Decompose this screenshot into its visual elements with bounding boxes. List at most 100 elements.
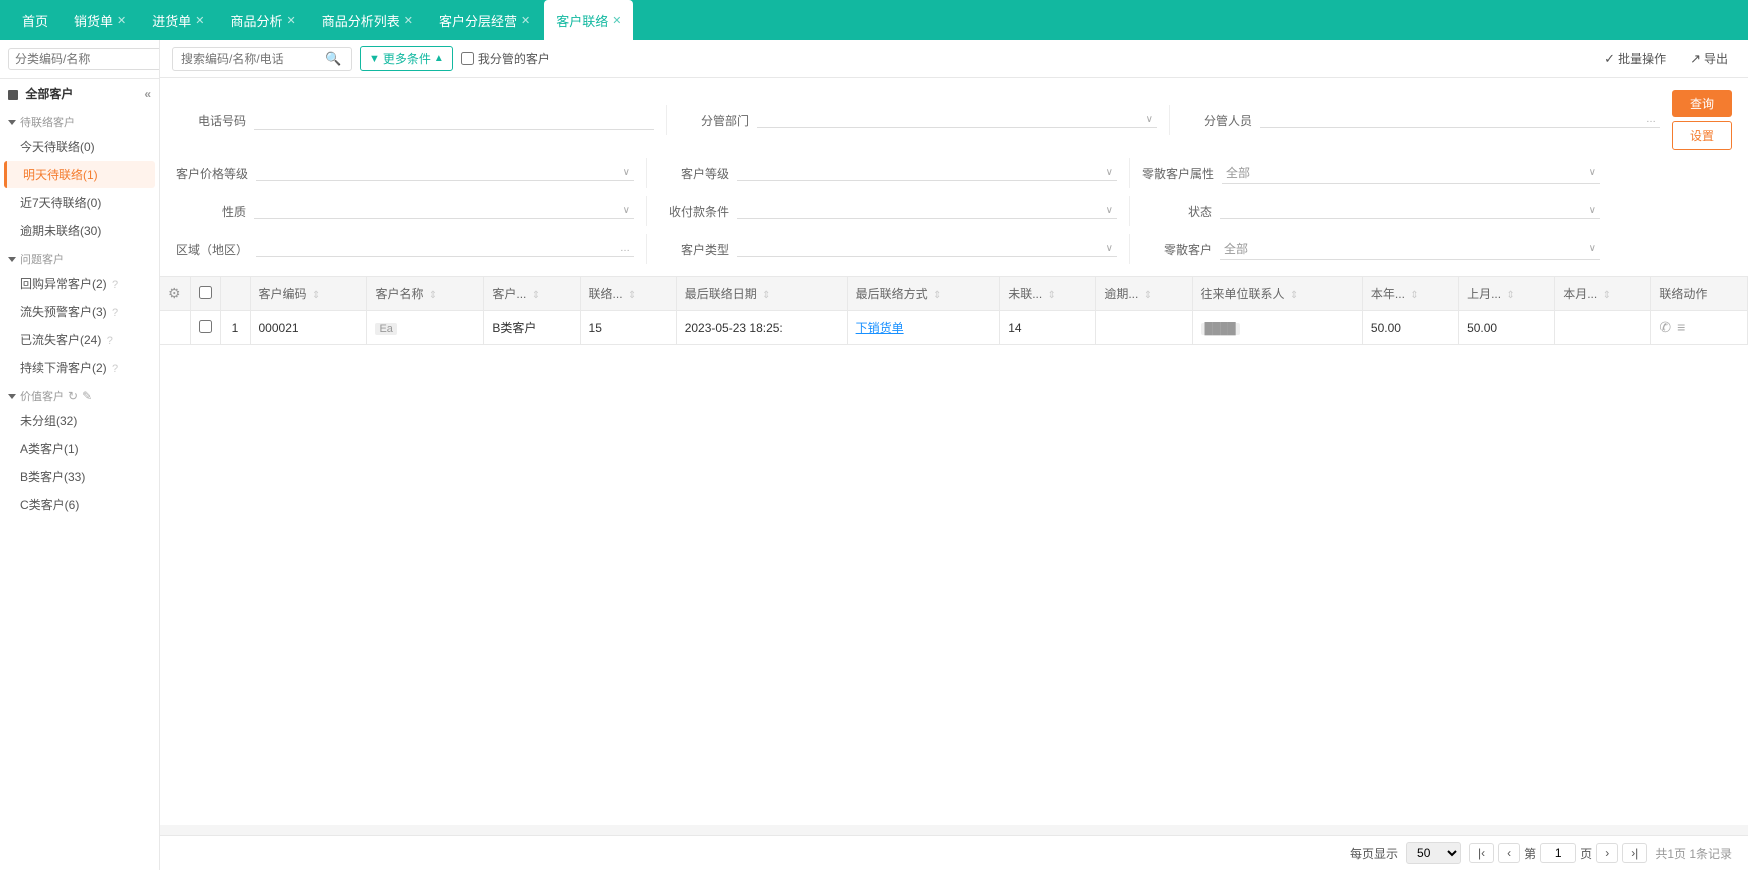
row-checkbox[interactable] [199,320,212,333]
set-btn[interactable]: 设置 [1672,121,1732,150]
nav-home[interactable]: 首页 [10,0,60,40]
top-nav: 首页 销货单 ✕ 进货单 ✕ 商品分析 ✕ 商品分析列表 ✕ 客户分层经营 ✕ … [0,0,1748,40]
filter-person-arrow: … [1646,114,1656,125]
export-btn[interactable]: ↗ 导出 [1682,47,1736,70]
sidebar-item-ungroup[interactable]: 未分组(32) [4,407,155,434]
my-customers-checkbox[interactable] [461,52,474,65]
search-icon[interactable]: 🔍 [325,51,341,67]
filter-payment-label: 收付款条件 [659,203,729,220]
filter-region-select[interactable]: … [256,241,634,257]
filter-more-btn[interactable]: ▼ 更多条件 ▲ [360,46,453,71]
sort-icon-tmonth[interactable]: ⇕ [1603,290,1611,301]
sort-icon-method[interactable]: ⇕ [933,290,941,301]
nav-customer-contact[interactable]: 客户联络 ✕ [544,0,633,40]
nav-close-purchase[interactable]: ✕ [195,14,204,27]
hint-icon-declining: ? [112,363,118,375]
col-overdue: 逾期... ⇕ [1096,277,1192,311]
nav-analysis-list[interactable]: 商品分析列表 ✕ [310,0,425,40]
nav-purchase[interactable]: 进货单 ✕ [140,0,216,40]
nav-customer-layer[interactable]: 客户分层经营 ✕ [427,0,542,40]
sort-icon-year[interactable]: ⇕ [1410,290,1418,301]
nav-close-analysis-list[interactable]: ✕ [404,14,413,27]
toolbar: 🔍 ▼ 更多条件 ▲ 我分管的客户 ✓ 批量操作 ↗ 导出 [160,40,1748,78]
row-last-contact-date: 2023-05-23 18:25: [676,311,847,345]
first-page-btn[interactable]: |‹ [1469,843,1494,863]
sidebar-item-overdue[interactable]: 逾期未联络(30) [4,217,155,244]
sort-icon-lmonth[interactable]: ⇕ [1506,290,1514,301]
per-page-label: 每页显示 [1350,845,1398,862]
sidebar-item-abnormal[interactable]: 回购异常客户(2) ? [4,270,155,297]
sort-icon-type[interactable]: ⇕ [532,290,540,301]
action-phone-icon[interactable]: ✆ [1659,319,1671,336]
sidebar-all-customers[interactable]: 全部客户 « [0,79,159,108]
col-this-year: 本年... ⇕ [1362,277,1458,311]
filter-retail-label: 零散客户 [1142,241,1212,258]
sidebar-item-week[interactable]: 近7天待联络(0) [4,189,155,216]
next-page-btn[interactable]: › [1596,843,1618,863]
filter-dept-select[interactable]: ∨ [757,112,1157,128]
query-btn[interactable]: 查询 [1672,90,1732,117]
col-last-month: 上月... ⇕ [1459,277,1555,311]
contact-method-link[interactable]: 下销货单 [856,321,904,335]
sidebar-item-today[interactable]: 今天待联络(0) [4,133,155,160]
sidebar-item-tomorrow[interactable]: 明天待联络(1) [4,161,155,188]
nav-close-sales[interactable]: ✕ [117,14,126,27]
col-last-contact-date: 最后联络日期 ⇕ [676,277,847,311]
sidebar-item-a[interactable]: A类客户(1) [4,435,155,462]
sort-icon-date[interactable]: ⇕ [762,290,770,301]
last-page-btn[interactable]: ›| [1622,843,1647,863]
nav-analysis[interactable]: 商品分析 ✕ [218,0,307,40]
sort-icon-overdue[interactable]: ⇕ [1144,290,1152,301]
sort-icon-code[interactable]: ⇕ [312,290,320,301]
sidebar-group-pending: 待联络客户 [0,108,159,132]
sidebar-item-b[interactable]: B类客户(33) [4,463,155,490]
sidebar-group-problem: 问题客户 [0,245,159,269]
nav-close-customer-layer[interactable]: ✕ [521,14,530,27]
customer-name-blurred: Ea [375,323,396,335]
sidebar-group-arrow-pending [8,120,16,125]
sidebar-group-value-edit[interactable]: ✎ [82,389,92,403]
col-action: 联络动作 [1651,277,1748,311]
filter-phone: 电话号码 [176,111,654,130]
nav-sales[interactable]: 销货单 ✕ [62,0,138,40]
filter-nature: 性质 ∨ [176,203,634,220]
filter-customer-grade-select[interactable]: ∨ [737,165,1117,181]
sort-icon-unit[interactable]: ⇕ [1290,290,1298,301]
filter-status-select[interactable]: ∨ [1220,203,1600,219]
nav-close-analysis[interactable]: ✕ [287,14,296,27]
row-last-month: 50.00 [1459,311,1555,345]
filter-row-4: 区域（地区） … 客户类型 ∨ 零散客户 [176,230,1732,268]
sort-icon-un[interactable]: ⇕ [1048,290,1056,301]
search-input[interactable] [181,52,321,66]
sidebar-item-c[interactable]: C类客户(6) [4,491,155,518]
filter-person-select[interactable]: … [1260,112,1660,128]
filter-ctype-select[interactable]: ∨ [737,241,1117,257]
sidebar-item-declining[interactable]: 持续下滑客户(2) ? [4,354,155,381]
sidebar-search-input[interactable] [8,48,160,70]
filter-phone-input[interactable] [254,111,654,130]
filter-panel: 电话号码 分管部门 ∨ 分管人员 … [160,78,1748,277]
prev-page-btn[interactable]: ‹ [1498,843,1520,863]
col-this-month: 本月... ⇕ [1555,277,1651,311]
batch-btn[interactable]: ✓ 批量操作 [1596,47,1674,70]
page-input[interactable] [1540,843,1576,863]
filter-payment-select[interactable]: ∨ [737,203,1117,219]
filter-retail-select[interactable]: 全部 ∨ [1220,238,1600,260]
filter-price-grade-select[interactable]: ∨ [256,165,634,181]
row-unit-contact: ████ [1192,311,1362,345]
sidebar-collapse-icon[interactable]: « [144,87,151,101]
nav-close-customer-contact[interactable]: ✕ [612,14,621,27]
filter-retail-attr-select[interactable]: 全部 ∨ [1222,162,1600,184]
page-size-select[interactable]: 50 10 20 100 [1406,842,1461,864]
action-more-icon[interactable]: ≡ [1677,319,1685,336]
settings-icon[interactable]: ⚙ [168,285,181,301]
sort-icon-name[interactable]: ⇕ [429,290,437,301]
filter-nature-select[interactable]: ∨ [254,203,634,219]
filter-ctype-label: 客户类型 [659,241,729,258]
sidebar-group-value-refresh[interactable]: ↻ [68,389,78,403]
sidebar-item-lost[interactable]: 已流失客户(24) ? [4,326,155,353]
select-all-checkbox[interactable] [199,286,212,299]
sidebar-item-risk[interactable]: 流失预警客户(3) ? [4,298,155,325]
filter-divider-1 [666,105,667,135]
sort-icon-count[interactable]: ⇕ [628,290,636,301]
